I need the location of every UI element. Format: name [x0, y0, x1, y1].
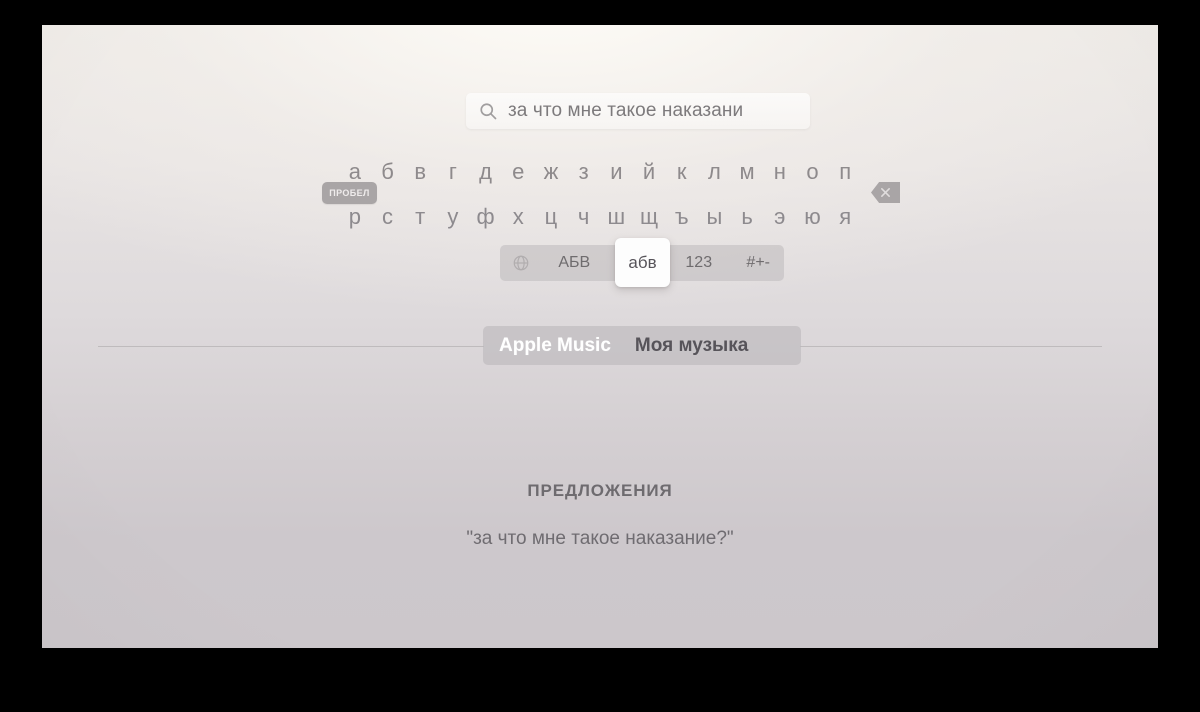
on-screen-keyboard[interactable]: а б в г д е ж з и й к л м н о п ПРОБЕЛ р… [42, 149, 1158, 239]
key-ge[interactable]: г [437, 149, 470, 194]
key-es[interactable]: с [371, 194, 404, 239]
key-shcha[interactable]: щ [633, 194, 666, 239]
key-u[interactable]: у [437, 194, 470, 239]
keyboard-row-2: р с т у ф х ц ч ш щ ъ ы ь э ю я [42, 194, 1158, 239]
key-ye[interactable]: е [502, 149, 535, 194]
key-o[interactable]: о [796, 149, 829, 194]
key-ka[interactable]: к [665, 149, 698, 194]
tab-apple-music[interactable]: Apple Music [483, 326, 627, 365]
key-pe[interactable]: п [829, 149, 862, 194]
mode-uppercase[interactable]: АБВ [552, 245, 596, 281]
key-e[interactable]: э [763, 194, 796, 239]
search-input[interactable]: за что мне такое наказани [466, 93, 810, 129]
key-sha[interactable]: ш [600, 194, 633, 239]
key-tse[interactable]: ц [535, 194, 568, 239]
key-de[interactable]: д [469, 149, 502, 194]
keyboard-row-1: а б в г д е ж з и й к л м н о п ПРОБЕЛ [42, 149, 1158, 204]
key-er[interactable]: р [339, 194, 372, 239]
key-yery[interactable]: ы [698, 194, 731, 239]
globe-icon[interactable] [512, 254, 530, 272]
key-ze[interactable]: з [567, 149, 600, 194]
key-ve[interactable]: в [404, 149, 437, 194]
search-icon [480, 103, 497, 120]
key-ya[interactable]: я [829, 194, 862, 239]
mode-lowercase-selected[interactable]: абв [615, 238, 670, 287]
key-hard-sign[interactable]: ъ [665, 194, 698, 239]
search-input-value: за что мне такое наказани [508, 100, 744, 121]
key-i[interactable]: и [600, 149, 633, 194]
divider-left [98, 346, 484, 347]
key-short-i[interactable]: й [633, 149, 666, 194]
key-en[interactable]: н [763, 149, 796, 194]
search-panel: за что мне такое наказани а б в г д е ж … [42, 25, 1158, 648]
key-zhe[interactable]: ж [535, 149, 568, 194]
tab-bar[interactable]: Apple Music Моя музыка [483, 326, 801, 365]
divider-right [800, 346, 1102, 347]
key-te[interactable]: т [404, 194, 437, 239]
tab-my-music[interactable]: Моя музыка [627, 326, 764, 365]
tv-screen: за что мне такое наказани а б в г д е ж … [0, 0, 1200, 712]
mode-numbers[interactable]: 123 [679, 245, 718, 281]
suggestion-item[interactable]: "за что мне такое наказание?" [42, 528, 1158, 550]
key-el[interactable]: л [698, 149, 731, 194]
key-soft-sign[interactable]: ь [731, 194, 764, 239]
key-yu[interactable]: ю [796, 194, 829, 239]
mode-symbols[interactable]: #+- [740, 245, 776, 281]
key-em[interactable]: м [731, 149, 764, 194]
key-ef[interactable]: ф [469, 194, 502, 239]
key-ha[interactable]: х [502, 194, 535, 239]
key-che[interactable]: ч [567, 194, 600, 239]
suggestions-heading: ПРЕДЛОЖЕНИЯ [527, 481, 673, 500]
